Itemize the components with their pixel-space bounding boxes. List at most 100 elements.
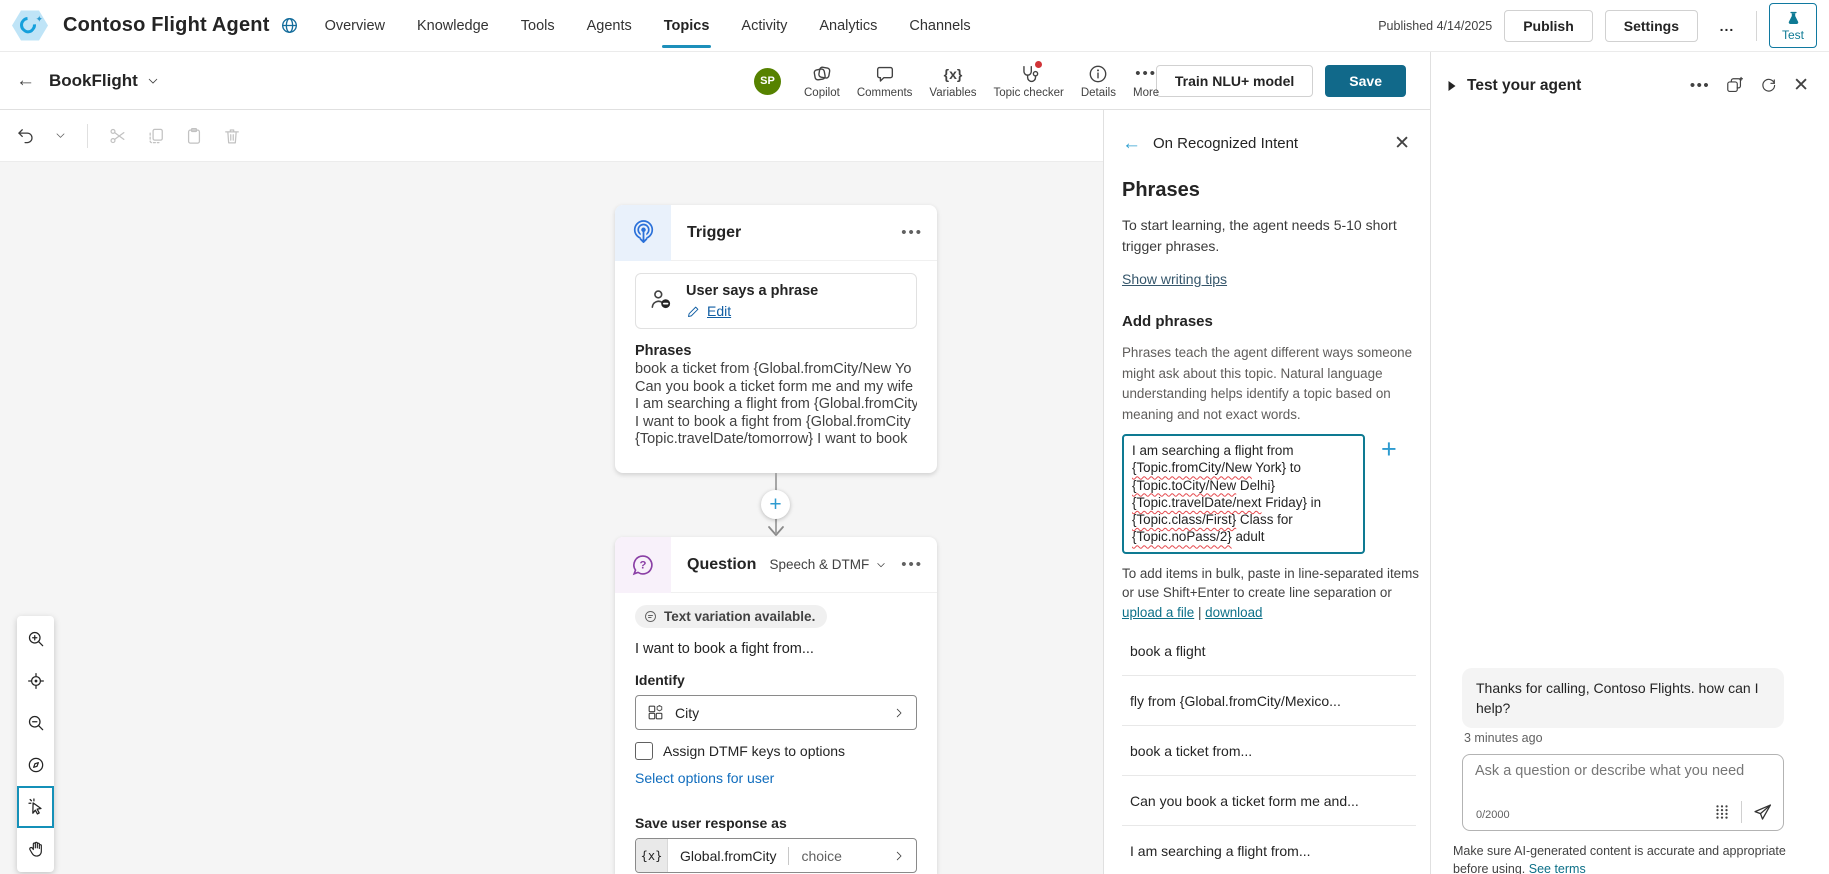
trigger-node[interactable]: Trigger ••• User says a phrase Edit Phra… [615, 204, 937, 473]
tab-analytics[interactable]: Analytics [819, 0, 877, 52]
copilot-button[interactable]: Copilot [804, 63, 840, 99]
trigger-node-menu-button[interactable]: ••• [901, 224, 923, 241]
settings-button[interactable]: Settings [1604, 9, 1698, 42]
phrases-panel: ← On Recognized Intent ✕ Phrases To star… [1103, 110, 1430, 874]
topic-checker-button[interactable]: Topic checker [994, 61, 1064, 99]
publish-button[interactable]: Publish [1504, 9, 1593, 42]
dialpad-icon[interactable] [1713, 803, 1731, 821]
tab-topics[interactable]: Topics [661, 0, 712, 52]
more-icon: ••• [1135, 65, 1157, 82]
topic-checker-icon [1018, 61, 1042, 85]
select-tool-button[interactable] [17, 786, 54, 828]
flow-canvas[interactable]: Trigger ••• User says a phrase Edit Phra… [0, 110, 1103, 874]
phrase-list-item[interactable]: Can you book a ticket form me and... [1122, 776, 1416, 827]
send-icon[interactable] [1752, 802, 1773, 823]
add-phrases-title: Add phrases [1122, 313, 1213, 330]
undo-chevron-icon[interactable] [54, 129, 67, 142]
identify-entity-select[interactable]: City [635, 695, 917, 730]
pan-tool-button[interactable] [17, 828, 54, 870]
center-canvas-button[interactable] [17, 660, 54, 702]
comments-button[interactable]: Comments [857, 63, 912, 99]
tab-activity[interactable]: Activity [741, 0, 787, 52]
conversation-map-icon[interactable] [1725, 76, 1744, 95]
zoom-out-button[interactable] [17, 702, 54, 744]
user-says-card[interactable]: User says a phrase Edit [635, 273, 917, 329]
collapse-triangle-icon[interactable] [1447, 80, 1457, 92]
phrases-title: Phrases [1122, 179, 1200, 201]
cut-button[interactable] [108, 126, 128, 146]
add-node-button[interactable]: + [761, 490, 790, 519]
copy-button[interactable] [146, 126, 166, 146]
published-status: Published 4/14/2025 [1378, 18, 1493, 33]
train-nlu-button[interactable]: Train NLU+ model [1155, 64, 1314, 97]
see-terms-link[interactable]: See terms [1529, 862, 1586, 874]
question-text: I want to book a fight from... [635, 641, 814, 657]
node-phrases-label: Phrases [635, 343, 692, 359]
app-name: Contoso Flight Agent [63, 14, 270, 36]
identify-entity-value: City [675, 704, 700, 721]
mode-chevron-down-icon [877, 562, 885, 567]
phrase-list: book a flight fly from {Global.fromCity/M… [1122, 626, 1416, 874]
tab-agents[interactable]: Agents [587, 0, 632, 52]
copilot-icon [811, 63, 833, 85]
more-button[interactable]: ••• More [1133, 63, 1159, 99]
save-response-variable[interactable]: {x} Global.fromCity choice [635, 838, 917, 873]
globe-icon [280, 16, 299, 35]
chat-input[interactable] [1475, 763, 1765, 779]
phrase-list-item[interactable]: book a ticket from... [1122, 726, 1416, 777]
question-node-menu-button[interactable]: ••• [901, 556, 923, 573]
panel-back-button[interactable]: ← [1122, 133, 1141, 155]
canvas-toolbar-divider [87, 123, 88, 148]
phrase-input[interactable]: I am searching a flight from {Topic.fromC… [1122, 434, 1365, 554]
topic-chevron-down-icon[interactable] [146, 74, 160, 88]
dtmf-checkbox-row[interactable]: Assign DTMF keys to options [635, 742, 917, 760]
phrase-list-item[interactable]: book a flight [1122, 626, 1416, 677]
refresh-icon[interactable] [1759, 76, 1778, 95]
question-mode-dropdown[interactable]: Speech & DTMF [769, 557, 887, 572]
question-node-title: Question [687, 555, 757, 573]
upload-file-link[interactable]: upload a file [1122, 605, 1194, 620]
panel-close-button[interactable]: ✕ [1394, 132, 1410, 155]
ai-disclaimer: Make sure AI-generated content is accura… [1453, 844, 1786, 874]
writing-tips-link[interactable]: Show writing tips [1122, 271, 1227, 287]
tab-overview[interactable]: Overview [325, 0, 385, 52]
undo-button[interactable] [16, 126, 36, 146]
dtmf-checkbox-label: Assign DTMF keys to options [663, 743, 846, 759]
tab-channels[interactable]: Channels [909, 0, 970, 52]
paste-button[interactable] [184, 126, 204, 146]
connector-arrow-icon [767, 525, 785, 537]
user-says-icon [651, 290, 671, 309]
tab-knowledge[interactable]: Knowledge [417, 0, 489, 52]
topbar-more-button[interactable]: ... [1710, 9, 1744, 42]
test-button[interactable]: Test [1769, 3, 1817, 48]
back-button[interactable]: ← [16, 70, 35, 92]
phrase-list-item[interactable]: fly from {Global.fromCity/Mexico... [1122, 676, 1416, 727]
variables-button[interactable]: {x} Variables [929, 63, 976, 99]
topic-tools: SP Copilot Comments {x} Variables Topic chec… [754, 52, 1159, 110]
edit-link[interactable]: Edit [707, 303, 731, 319]
add-phrase-button[interactable]: + [1381, 436, 1397, 554]
phrase-list-item[interactable]: I am searching a flight from... [1122, 826, 1416, 874]
save-button[interactable]: Save [1325, 64, 1406, 97]
chevron-right-icon [896, 851, 902, 860]
test-more-button[interactable]: ••• [1690, 77, 1710, 94]
bot-message-bubble: Thanks for calling, Contoso Flights. how… [1462, 668, 1784, 728]
dtmf-checkbox[interactable] [635, 742, 653, 760]
topic-name: BookFlight [49, 70, 138, 90]
node-phrases-list: book a ticket from {Global.fromCity/New … [635, 361, 917, 449]
variables-icon: {x} [943, 66, 963, 82]
delete-button[interactable] [222, 126, 242, 146]
avatar[interactable]: SP [754, 67, 781, 95]
download-link[interactable]: download [1205, 605, 1262, 620]
trigger-phrase: Can you book a ticket form me and my wif… [635, 378, 914, 395]
app-logo-icon: ✦ [12, 10, 48, 41]
text-variation-badge: Text variation available. [635, 605, 828, 628]
details-button[interactable]: Details [1081, 63, 1116, 99]
test-close-button[interactable]: ✕ [1793, 74, 1809, 97]
zoom-in-button[interactable] [17, 618, 54, 660]
select-options-link[interactable]: Select options for user [635, 770, 774, 786]
minimap-button[interactable] [17, 744, 54, 786]
phrases-intro: To start learning, the agent needs 5-10 … [1122, 217, 1397, 254]
tab-tools[interactable]: Tools [521, 0, 555, 52]
question-node[interactable]: ? Question Speech & DTMF ••• Text variat… [615, 536, 937, 874]
